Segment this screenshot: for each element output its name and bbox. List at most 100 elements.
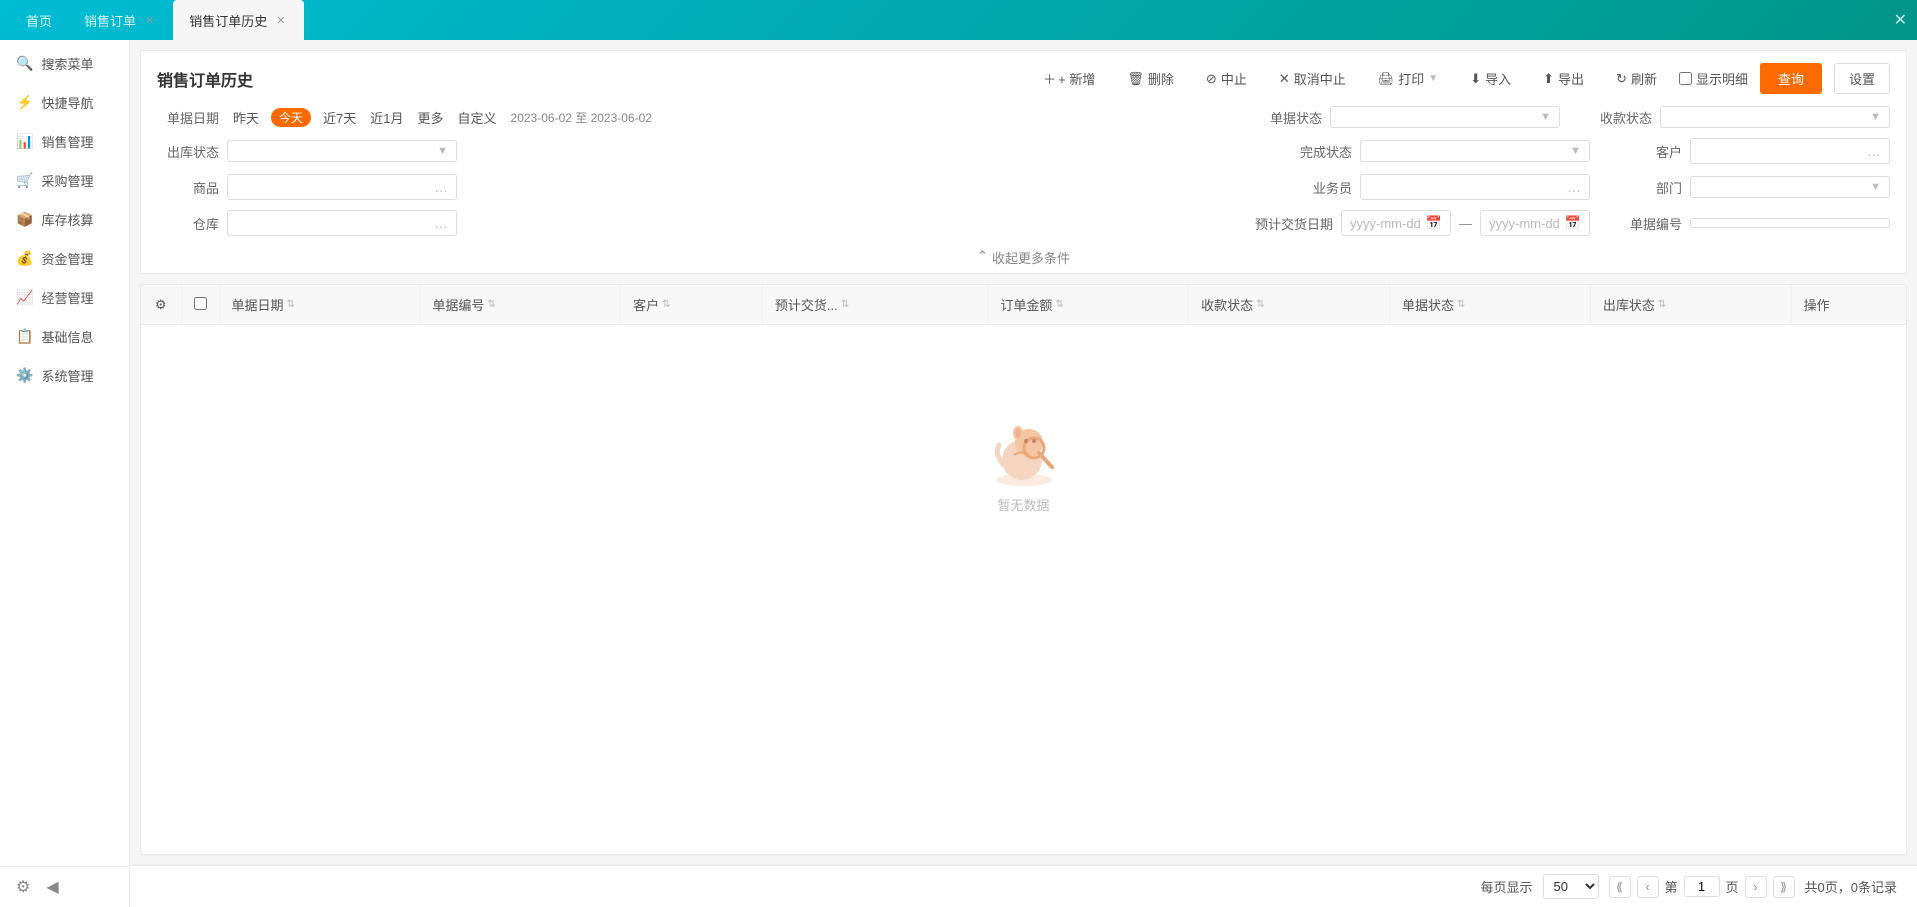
date-option-today[interactable]: 今天 [271,108,311,127]
th-order-amount[interactable]: 订单金额 ⇅ [988,285,1189,325]
doc-number-input[interactable] [1690,218,1890,228]
trend-icon: 📈 [16,289,33,306]
filter-row-3: 商品 … 业务员 … 部门 ▼ [157,174,1890,200]
th-gear[interactable]: ⚙ [141,285,181,325]
product-input[interactable]: … [227,174,457,200]
page-suffix: 页 [1726,877,1739,896]
complete-status-select[interactable]: ▼ [1360,140,1590,162]
date-option-1month[interactable]: 近1月 [364,107,409,128]
date-option-more[interactable]: 更多 [412,107,450,128]
filter-row-4: 仓库 … 预计交货日期 yyyy-mm-dd 📅 — yyyy-mm-dd 📅 [157,210,1890,236]
display-cols-checkbox[interactable] [1679,72,1692,85]
print-button[interactable]: 🖨 打印 ▼ [1368,64,1448,93]
tab-home[interactable]: 首页 [10,0,68,40]
th-doc-date[interactable]: 单据日期 ⇅ [219,285,420,325]
sidebar-system-mgmt-label: 系统管理 [41,366,93,385]
expected-date-to-input[interactable]: yyyy-mm-dd 📅 [1480,210,1590,236]
flash-icon: ⚡ [16,94,33,111]
filter-row-2: 出库状态 ▼ 完成状态 ▼ 客户 … [157,138,1890,164]
import-button[interactable]: ⬇ 导入 [1460,64,1521,93]
settings-button-label: 设置 [1849,72,1875,87]
page-number-input[interactable] [1684,876,1720,897]
gear-settings-icon[interactable]: ⚙ [155,297,167,312]
delete-button[interactable]: 🗑 删除 [1117,64,1184,93]
dept-label: 部门 [1620,178,1690,197]
calendar-to-icon: 📅 [1565,215,1581,231]
sidebar-item-inventory[interactable]: 📦 库存核算 [0,200,129,239]
dept-select[interactable]: ▼ [1690,176,1890,198]
doc-status-select[interactable]: ▼ [1330,106,1560,128]
receipt-status-select[interactable]: ▼ [1660,106,1890,128]
sidebar-item-system-mgmt[interactable]: ⚙️ 系统管理 [0,356,129,395]
sidebar-item-basic-info[interactable]: 📋 基础信息 [0,317,129,356]
refresh-button[interactable]: ↻ 刷新 [1606,64,1667,93]
th-checkbox[interactable] [181,285,219,325]
out-status-select[interactable]: ▼ [227,140,457,162]
tab-sales-order[interactable]: 销售订单 ✕ [68,0,173,40]
th-doc-date-label: 单据日期 [232,295,284,314]
delete-icon: 🗑 [1127,71,1144,87]
date-option-7days[interactable]: 近7天 [317,107,362,128]
th-doc-number[interactable]: 单据编号 ⇅ [420,285,621,325]
content-area: 销售订单历史 ＋ + 新增 🗑 删除 ⊘ 中止 ✕ [130,40,1917,907]
per-page-select[interactable]: 50 10 20 100 [1543,874,1599,899]
sidebar-item-finance[interactable]: 💰 资金管理 [0,239,129,278]
expected-date-from-input[interactable]: yyyy-mm-dd 📅 [1341,210,1451,236]
warehouse-dots-icon[interactable]: … [434,215,448,231]
th-operation-label: 操作 [1804,298,1830,313]
settings-bottom-icon[interactable]: ⚙ [16,877,30,897]
cancel-stop-button[interactable]: ✕ 取消中止 [1269,64,1356,93]
search-button[interactable]: 查询 [1760,63,1822,94]
th-expected-date[interactable]: 预计交货... ⇅ [762,285,987,325]
salesman-dots-icon[interactable]: … [1567,179,1581,195]
tab-sales-order-history[interactable]: 销售订单历史 ✕ [173,0,304,40]
warehouse-input[interactable]: … [227,210,457,236]
th-doc-status-label: 单据状态 [1402,295,1454,314]
sidebar-item-operations[interactable]: 📈 经营管理 [0,278,129,317]
next-page-button[interactable]: › [1745,876,1767,898]
empty-illustration [974,405,1074,495]
gear-icon: ⚙️ [16,367,33,384]
sales-order-tab-close[interactable]: ✕ [142,13,157,28]
product-label: 商品 [157,178,227,197]
salesman-label: 业务员 [1290,178,1360,197]
salesman-input[interactable]: … [1360,174,1590,200]
calendar-from-icon: 📅 [1426,215,1442,231]
collapse-row[interactable]: ⌃ 收起更多条件 [157,246,1890,273]
first-page-button[interactable]: ⟪ [1609,876,1631,898]
empty-label: 暂无数据 [997,495,1049,514]
sidebar-inventory-label: 库存核算 [41,210,93,229]
prev-page-button[interactable]: ‹ [1637,876,1659,898]
date-option-custom[interactable]: 自定义 [452,107,503,128]
sidebar-item-search-menu[interactable]: 🔍 搜索菜单 [0,44,129,83]
th-out-status[interactable]: 出库状态 ⇅ [1590,285,1791,325]
sidebar-purchase-mgmt-label: 采购管理 [41,171,93,190]
th-receipt-status[interactable]: 收款状态 ⇅ [1189,285,1390,325]
sales-order-history-tab-close[interactable]: ✕ [273,13,288,28]
last-page-button[interactable]: ⟫ [1773,876,1795,898]
sidebar-item-quick-nav[interactable]: ⚡ 快捷导航 [0,83,129,122]
new-button[interactable]: ＋ + 新增 [1033,64,1105,93]
th-doc-status[interactable]: 单据状态 ⇅ [1390,285,1591,325]
display-toggle[interactable]: 显示明细 [1679,69,1748,88]
settings-button[interactable]: 设置 [1834,63,1890,94]
select-all-checkbox[interactable] [194,297,207,310]
th-customer[interactable]: 客户 ⇅ [621,285,763,325]
receipt-status-label: 收款状态 [1590,108,1660,127]
stop-button[interactable]: ⊘ 中止 [1196,64,1257,93]
date-option-yesterday[interactable]: 昨天 [227,107,265,128]
print-chevron-icon: ▼ [1428,73,1438,84]
sales-order-history-tab-label: 销售订单历史 [189,11,267,30]
table-body: 暂无数据 [141,325,1906,575]
product-dots-icon[interactable]: … [434,179,448,195]
sidebar-item-purchase-mgmt[interactable]: 🛒 采购管理 [0,161,129,200]
close-window-icon[interactable]: ✕ [1894,10,1907,30]
sort-customer-icon: ⇅ [662,299,670,310]
collapse-sidebar-icon[interactable]: ◀ [46,877,58,897]
export-button[interactable]: ⬆ 导出 [1533,64,1594,93]
customer-dots-icon[interactable]: … [1867,143,1881,159]
date-label: 单据日期 [157,108,227,127]
sales-order-tab-label: 销售订单 [84,11,136,30]
customer-input[interactable]: … [1690,138,1890,164]
sidebar-item-sales-mgmt[interactable]: 📊 销售管理 [0,122,129,161]
